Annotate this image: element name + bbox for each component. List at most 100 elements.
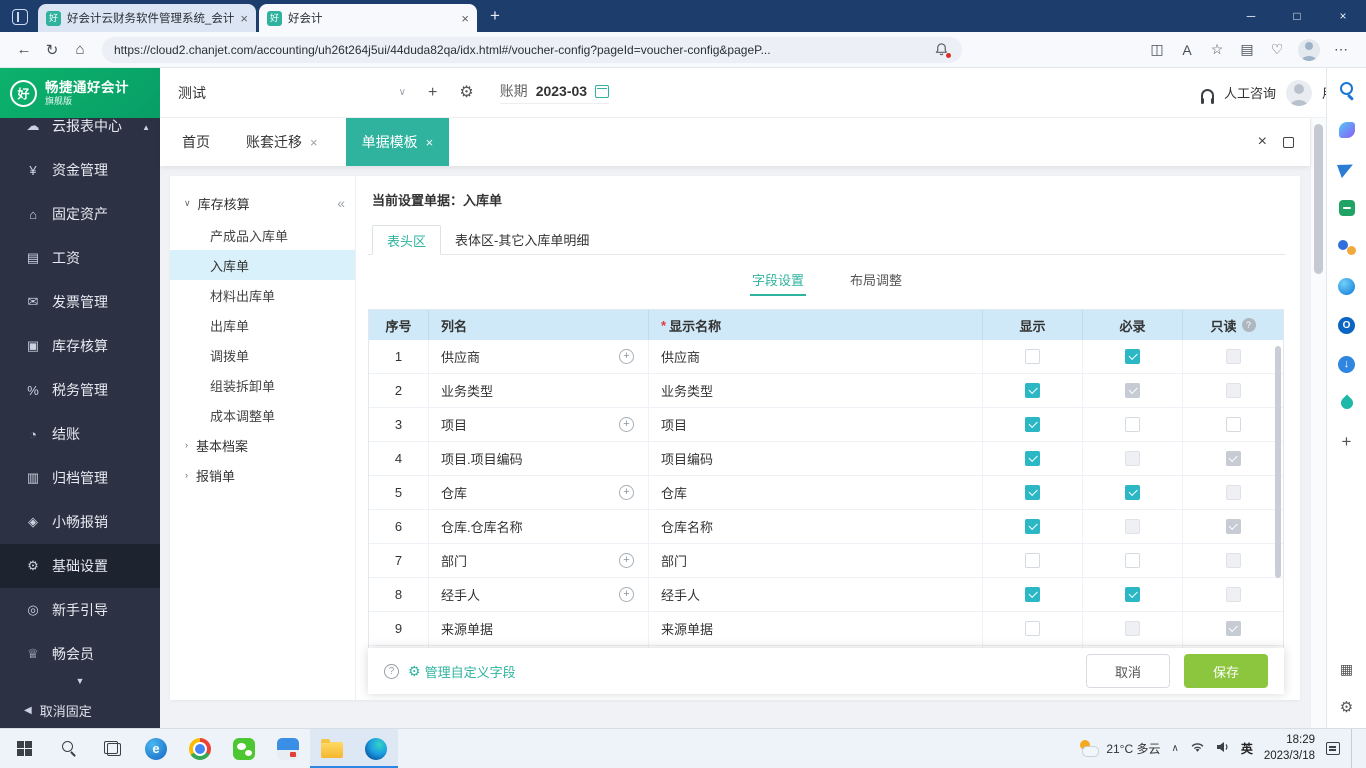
required-checkbox[interactable] (1125, 553, 1140, 568)
sidebar-item-guide[interactable]: ◎ 新手引导 (0, 588, 160, 632)
search-icon[interactable] (1334, 78, 1360, 104)
new-tab-button[interactable]: + (490, 7, 500, 24)
page-scrollbar-thumb[interactable] (1314, 124, 1323, 274)
tree-item[interactable]: 产成品入库单 (170, 220, 355, 250)
taskbar-file-explorer-button[interactable] (310, 728, 354, 768)
period-picker[interactable]: 账期 2023-03 (499, 81, 610, 104)
area-tab[interactable]: 表头区 (372, 225, 442, 255)
clock[interactable]: 18:29 2023/3/18 (1264, 733, 1315, 764)
tab-close-icon[interactable]: × (426, 135, 434, 150)
sidebar-item-member[interactable]: ♕ 畅会员 (0, 632, 160, 676)
add-reference-icon[interactable]: + (619, 587, 634, 602)
add-reference-icon[interactable]: + (619, 417, 634, 432)
sub-tab[interactable]: 字段设置 (749, 270, 807, 296)
drop-icon[interactable] (1334, 390, 1360, 416)
browser-profile-avatar[interactable] (1298, 38, 1320, 61)
sub-tab[interactable]: 布局调整 (850, 270, 902, 296)
taskbar-wechat-button[interactable] (222, 729, 266, 768)
taskbar-search-button[interactable] (46, 729, 90, 768)
area-tab[interactable]: 表体区-其它入库单明细 (441, 224, 603, 254)
split-screen-icon[interactable]: ◫ (1142, 36, 1172, 64)
tree-item[interactable]: 调拨单 (170, 340, 355, 370)
taskbar-app-button[interactable] (266, 729, 310, 768)
show-checkbox[interactable] (1025, 621, 1040, 636)
display-name-cell[interactable]: 仓库 (649, 476, 983, 509)
notification-center-icon[interactable] (1326, 742, 1340, 755)
tree-node[interactable]: › 基本档案 (170, 430, 355, 460)
apps-icon[interactable] (1334, 656, 1360, 682)
table-scrollbar-thumb[interactable] (1275, 346, 1281, 578)
tree-item[interactable]: 入库单 (170, 250, 355, 280)
add-reference-icon[interactable]: + (619, 349, 634, 364)
settings-icon[interactable] (1334, 694, 1360, 720)
show-checkbox[interactable] (1025, 417, 1040, 432)
page-tab[interactable]: 首页 (182, 132, 210, 152)
sidebar-item-salary[interactable]: ▤ 工资 (0, 236, 160, 280)
hidden-icons-chevron[interactable]: ∧ (1171, 743, 1178, 754)
tree-root[interactable]: ∨ 库存核算 « (170, 186, 355, 220)
display-name-cell[interactable]: 部门 (649, 544, 983, 577)
account-settings-gear-icon[interactable]: ⚙ (459, 84, 473, 101)
show-checkbox[interactable] (1025, 553, 1040, 568)
display-name-cell[interactable]: 来源单据 (649, 612, 983, 645)
required-checkbox[interactable] (1125, 417, 1140, 432)
account-select[interactable]: 测试 ∨ (178, 83, 406, 103)
sidebar-item-archive[interactable]: ▥ 归档管理 (0, 456, 160, 500)
sidebar-item-inventory[interactable]: ▣ 库存核算 (0, 324, 160, 368)
workspaces-icon[interactable] (12, 9, 28, 25)
save-button[interactable]: 保存 (1184, 654, 1268, 688)
browser-essentials-icon[interactable]: ♡ (1262, 36, 1292, 64)
fullscreen-icon[interactable] (1283, 136, 1294, 148)
readonly-checkbox[interactable] (1225, 417, 1241, 432)
refresh-icon[interactable]: ↻ (38, 36, 66, 64)
required-checkbox[interactable] (1125, 349, 1140, 364)
settings-menu-icon[interactable]: ⋯ (1326, 36, 1356, 64)
page-scrollbar[interactable] (1310, 118, 1326, 728)
taskbar-edge-legacy-button[interactable] (134, 729, 178, 768)
user-avatar[interactable] (1285, 79, 1312, 106)
cancel-button[interactable]: 取消 (1086, 654, 1170, 688)
show-checkbox[interactable] (1025, 349, 1040, 364)
browser-tab[interactable]: 好 好会计云财务软件管理系统_会计 × (38, 4, 256, 32)
wifi-icon[interactable] (1190, 740, 1205, 758)
add-account-icon[interactable]: + (428, 84, 437, 101)
ime-indicator[interactable]: 英 (1241, 740, 1253, 757)
send-icon[interactable] (1334, 156, 1360, 182)
sidebar-item-expense[interactable]: ◈ 小畅报销 (0, 500, 160, 544)
tree-item[interactable]: 成本调整单 (170, 400, 355, 430)
sidebar-scroll-up-icon[interactable]: ▲ (142, 123, 150, 132)
close-panel-icon[interactable]: × (1258, 133, 1267, 151)
display-name-cell[interactable]: 项目编码 (649, 442, 983, 475)
sidebar-item-funds[interactable]: ¥ 资金管理 (0, 148, 160, 192)
people-icon[interactable] (1334, 234, 1360, 260)
show-checkbox[interactable] (1025, 519, 1040, 534)
outlook-icon[interactable] (1334, 312, 1360, 338)
sidebar-item-closing[interactable]: ◔ 结账 (0, 412, 160, 456)
taskbar-edge-button[interactable] (354, 728, 398, 768)
sidebar-unpin-button[interactable]: ◀ 取消固定 (0, 692, 160, 728)
maximize-button[interactable]: □ (1274, 0, 1320, 32)
add-reference-icon[interactable]: + (619, 553, 634, 568)
tab-close-icon[interactable]: × (461, 11, 469, 26)
copilot-icon[interactable] (1334, 117, 1360, 143)
sidebar-item-invoice[interactable]: ✉ 发票管理 (0, 280, 160, 324)
read-aloud-icon[interactable]: A (1172, 36, 1202, 64)
collapse-panel-icon[interactable]: « (337, 195, 345, 211)
display-name-cell[interactable]: 供应商 (649, 340, 983, 373)
back-icon[interactable]: ← (10, 36, 38, 64)
tree-node[interactable]: › 报销单 (170, 460, 355, 490)
skype-icon[interactable] (1334, 273, 1360, 299)
required-checkbox[interactable] (1125, 485, 1140, 500)
taskbar-start-button[interactable] (2, 729, 46, 768)
add-icon[interactable] (1334, 429, 1360, 455)
add-reference-icon[interactable]: + (619, 485, 634, 500)
tree-item[interactable]: 组装拆卸单 (170, 370, 355, 400)
tab-close-icon[interactable]: × (240, 11, 248, 26)
required-checkbox[interactable] (1125, 587, 1140, 602)
taskbar-chrome-button[interactable] (178, 729, 222, 768)
display-name-cell[interactable]: 仓库名称 (649, 510, 983, 543)
tree-item[interactable]: 出库单 (170, 310, 355, 340)
show-checkbox[interactable] (1025, 383, 1040, 398)
weather-widget[interactable]: 21°C 多云 (1077, 740, 1160, 757)
sidebar-item-tax[interactable]: % 税务管理 (0, 368, 160, 412)
